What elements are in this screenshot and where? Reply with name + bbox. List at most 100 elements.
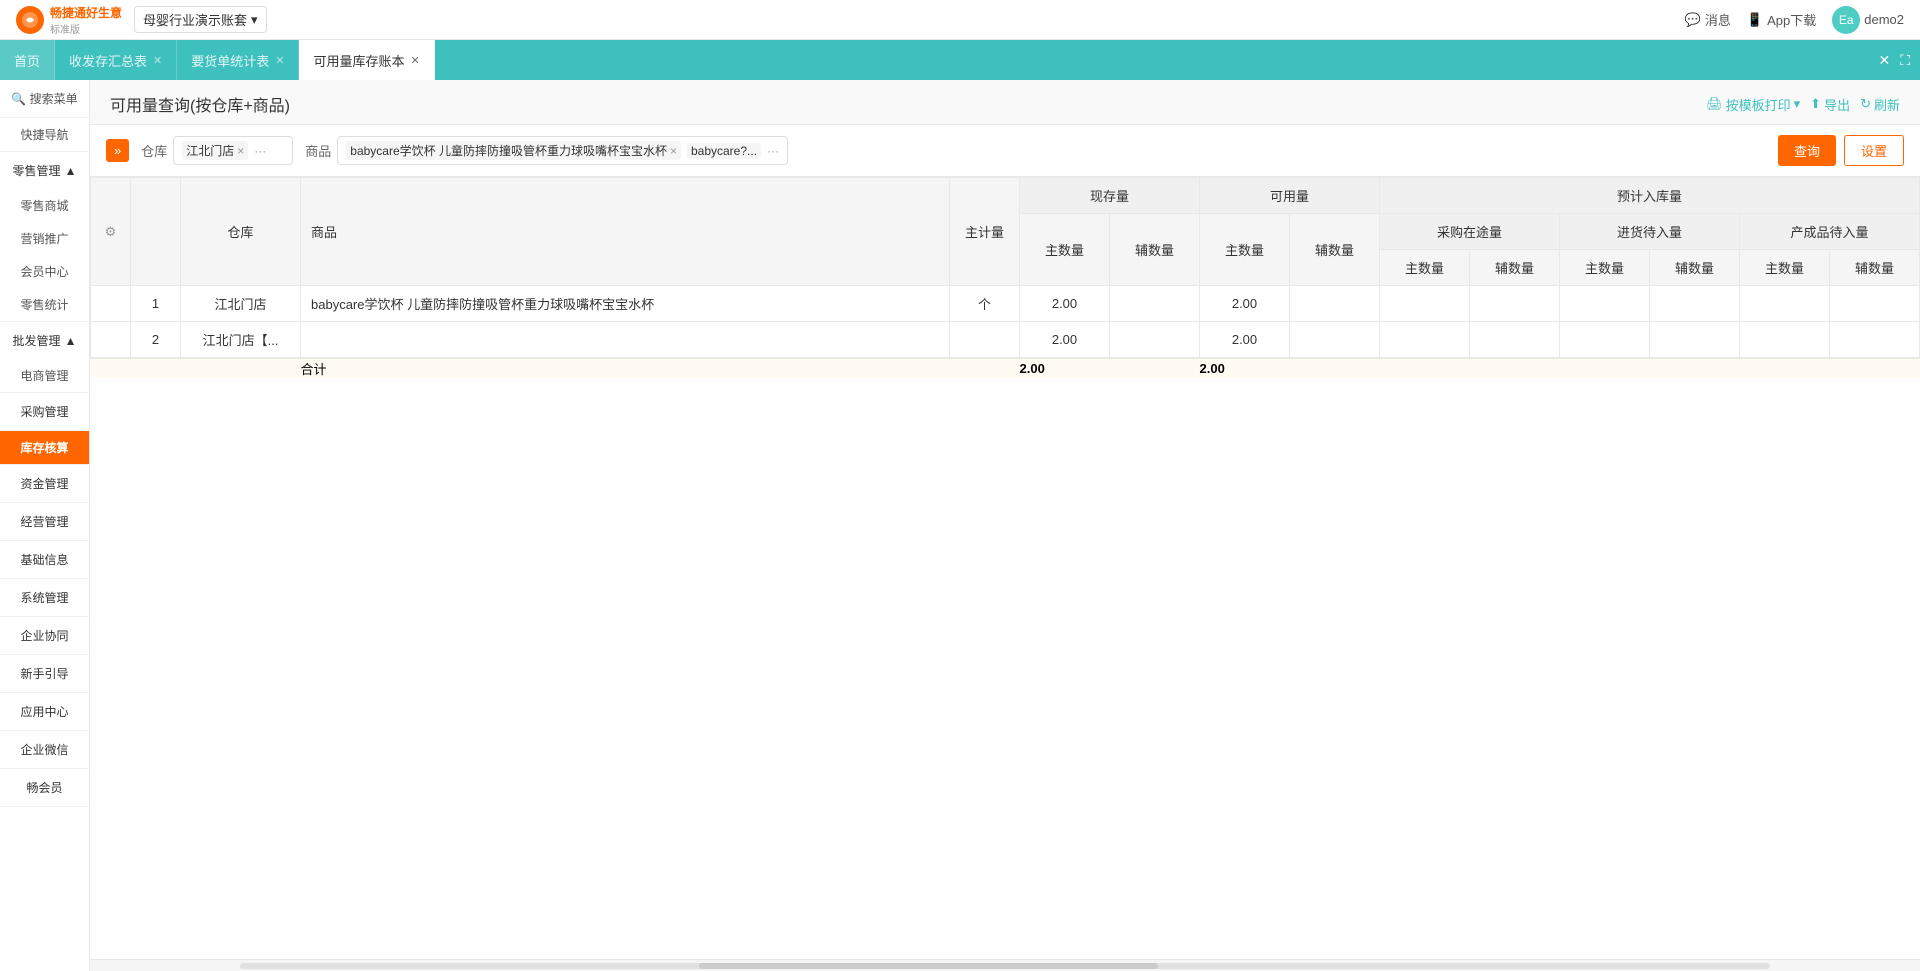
col-production-main-header: 主数量: [1740, 250, 1830, 286]
finance-title-label: 资金管理: [20, 475, 68, 492]
sidebar-item-marketing[interactable]: 营销推广: [0, 222, 89, 255]
export-button[interactable]: ⬆ 导出: [1810, 95, 1850, 114]
col-purchase-aux-header: 辅数量: [1470, 250, 1560, 286]
user-name: demo2: [1864, 12, 1904, 27]
tab-home[interactable]: 首页: [0, 40, 55, 80]
row1-warehouse: 江北门店: [181, 286, 301, 322]
tab-shoufacun[interactable]: 收发存汇总表 ✕: [55, 40, 177, 80]
message-label: 消息: [1705, 10, 1731, 29]
close-all-icon[interactable]: ✕: [1878, 52, 1890, 69]
row1-incoming-main: [1560, 286, 1650, 322]
sidebar-item-ecommerce[interactable]: 电商管理: [0, 359, 89, 392]
page-header: 可用量查询(按仓库+商品) 🖨 按模板打印 ▾ ⬆ 导出 ↻ 刷新: [90, 80, 1920, 125]
table-row: 1 江北门店 babycare学饮杯 儿童防摔防撞吸管杯重力球吸嘴杯宝宝水杯 个…: [91, 286, 1920, 322]
phone-icon: 📱: [1747, 12, 1763, 28]
row1-purchase-main: [1380, 286, 1470, 322]
total-stock-main: 2.00: [1020, 358, 1110, 378]
purchase-title-label: 采购管理: [20, 403, 68, 420]
row1-settings: [91, 286, 131, 322]
row1-stock-main: 2.00: [1020, 286, 1110, 322]
sidebar-wholesale-title[interactable]: 批发管理 ▲: [0, 322, 89, 359]
col-stock-main-header: 主数量: [1020, 214, 1110, 286]
sidebar-item-retail-stats[interactable]: 零售统计: [0, 288, 89, 321]
tenant-name: 母婴行业演示账套: [143, 10, 247, 29]
col-stock-group-header: 现存量: [1020, 178, 1200, 214]
user-avatar-area[interactable]: Ea demo2: [1832, 6, 1904, 34]
sidebar-section-basics: 基础信息: [0, 541, 89, 579]
sidebar-basics-title[interactable]: 基础信息: [0, 541, 89, 578]
newbie-title-label: 新手引导: [20, 665, 68, 682]
total-label: 合计: [301, 358, 950, 378]
sidebar-system-title[interactable]: 系统管理: [0, 579, 89, 616]
row2-stock-main: 2.00: [1020, 322, 1110, 359]
col-purchase-group-header: 采购在途量: [1380, 214, 1560, 250]
refresh-button[interactable]: ↻ 刷新: [1860, 95, 1900, 114]
print-button[interactable]: 🖨 按模板打印 ▾: [1706, 95, 1800, 114]
total-purchase-main: [1380, 358, 1470, 378]
sidebar-operations-title[interactable]: 经营管理: [0, 503, 89, 540]
product-filter-input[interactable]: babycare学饮杯 儿童防摔防撞吸管杯重力球吸嘴杯宝宝水杯 × babyca…: [337, 136, 788, 165]
chevron-down-icon: ▾: [251, 12, 258, 28]
sidebar-quick-nav[interactable]: 快捷导航: [0, 118, 89, 152]
sidebar-finance-title[interactable]: 资金管理: [0, 465, 89, 502]
sidebar-item-members[interactable]: 会员中心: [0, 255, 89, 288]
sidebar-newbie-title[interactable]: 新手引导: [0, 655, 89, 692]
sidebar-retail-title[interactable]: 零售管理 ▲: [0, 152, 89, 189]
col-product-header: 商品: [301, 178, 950, 286]
product-ellipsis: ···: [767, 144, 779, 158]
bottom-scrollbar[interactable]: [90, 959, 1920, 971]
data-table: ⚙ 仓库 商品 主计量 现存量 可用量 预计入库量 主数量 辅数量 主数量: [90, 177, 1920, 378]
quick-nav-label: 快捷导航: [20, 128, 68, 142]
sidebar-section-weixin: 企业微信: [0, 731, 89, 769]
product-filter-tag-1: babycare学饮杯 儿童防摔防撞吸管杯重力球吸嘴杯宝宝水杯 ×: [346, 141, 681, 160]
avatar-text: Ea: [1839, 13, 1854, 27]
expand-icon[interactable]: ⛶: [1900, 52, 1910, 69]
col-incoming-aux-header: 辅数量: [1650, 250, 1740, 286]
tab-yaohuo-label: 要货单统计表: [191, 51, 269, 70]
col-forecast-group-header: 预计入库量: [1380, 178, 1920, 214]
message-button[interactable]: 💬 消息: [1685, 10, 1731, 29]
warehouse-ellipsis: ···: [254, 144, 266, 158]
col-available-group-header: 可用量: [1200, 178, 1380, 214]
sidebar-inventory-title[interactable]: 库存核算: [0, 431, 89, 464]
sidebar-item-retail-mall[interactable]: 零售商城: [0, 189, 89, 222]
total-production-main: [1740, 358, 1830, 378]
total-incoming-aux: [1650, 358, 1740, 378]
product-tag-1-remove[interactable]: ×: [670, 144, 677, 158]
filter-expand-button[interactable]: »: [106, 139, 129, 162]
warehouse-filter-input[interactable]: 江北门店 × ···: [173, 136, 293, 165]
tab-yaohuo[interactable]: 要货单统计表 ✕: [177, 40, 299, 80]
tab-actions: ✕ ⛶: [1868, 40, 1920, 80]
warehouse-filter-label: 仓库: [141, 141, 167, 160]
scroll-thumb[interactable]: [699, 963, 1158, 969]
tenant-selector[interactable]: 母婴行业演示账套 ▾: [134, 6, 267, 33]
warehouse-filter-tag: 江北门店 ×: [182, 141, 248, 160]
query-button[interactable]: 查询: [1778, 135, 1836, 166]
sidebar-apps-title[interactable]: 应用中心: [0, 693, 89, 730]
total-purchase-aux: [1470, 358, 1560, 378]
sidebar-section-purchase: 采购管理: [0, 393, 89, 431]
tab-keyongliang[interactable]: 可用量库存账本 ✕: [299, 40, 434, 80]
app-download-button[interactable]: 📱 App下载: [1747, 10, 1816, 29]
row1-unit: 个: [950, 286, 1020, 322]
operations-title-label: 经营管理: [20, 513, 68, 530]
sidebar-weixin-title[interactable]: 企业微信: [0, 731, 89, 768]
settings-button[interactable]: 设置: [1844, 135, 1904, 166]
sidebar-purchase-title[interactable]: 采购管理: [0, 393, 89, 430]
row2-available-aux: [1290, 322, 1380, 359]
logo-icon: [16, 6, 44, 34]
close-icon[interactable]: ✕: [411, 54, 420, 67]
sidebar-section-newbie: 新手引导: [0, 655, 89, 693]
close-icon[interactable]: ✕: [275, 54, 284, 67]
table-settings-icon[interactable]: ⚙: [105, 224, 117, 239]
weixin-title-label: 企业微信: [20, 741, 68, 758]
sidebar-section-apps: 应用中心: [0, 693, 89, 731]
row2-incoming-main: [1560, 322, 1650, 359]
warehouse-tag-remove[interactable]: ×: [237, 144, 244, 158]
sidebar-member-title[interactable]: 畅会员: [0, 769, 89, 806]
product-filter-group: 商品 babycare学饮杯 儿童防摔防撞吸管杯重力球吸嘴杯宝宝水杯 × bab…: [305, 136, 788, 165]
col-settings-header: ⚙: [91, 178, 131, 286]
sidebar-collab-title[interactable]: 企业协同: [0, 617, 89, 654]
sidebar-search[interactable]: 🔍 搜索菜单: [0, 80, 89, 118]
close-icon[interactable]: ✕: [153, 54, 162, 67]
